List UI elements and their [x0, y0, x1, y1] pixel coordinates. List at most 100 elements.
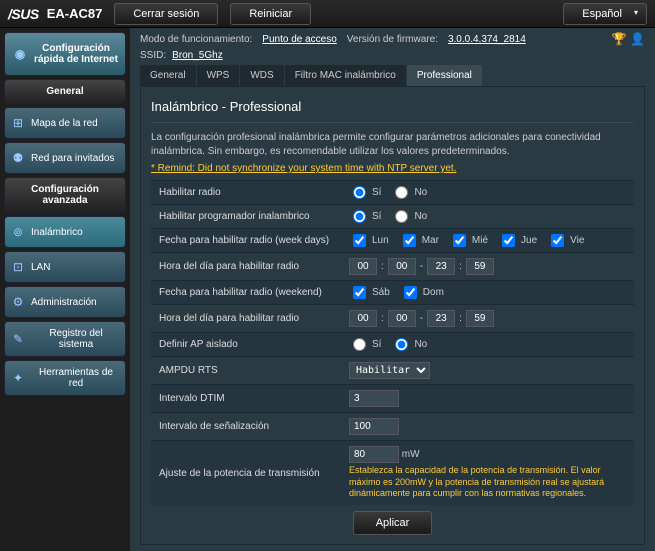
sidebar: ◉ Configuración rápida de Internet Gener… — [0, 28, 130, 551]
label-ampdu: AMPDU RTS — [151, 359, 341, 382]
user-icon[interactable]: 👤 — [630, 32, 645, 46]
label-radio-enable: Habilitar radio — [151, 181, 341, 204]
sidebar-item-lan[interactable]: ⊡ LAN — [4, 251, 126, 283]
time-week-h2[interactable] — [427, 258, 455, 275]
chk-fri[interactable] — [551, 234, 564, 247]
opt-yes: Sí — [372, 339, 381, 350]
time-wknd-m1[interactable] — [388, 310, 416, 327]
time-wknd-h1[interactable] — [349, 310, 377, 327]
settings-panel: Inalámbrico - Professional La configurac… — [140, 86, 645, 545]
tab-macfilter[interactable]: Filtro MAC inalámbrico — [285, 65, 406, 86]
logout-button[interactable]: Cerrar sesión — [114, 3, 218, 25]
admin-icon: ⚙ — [9, 293, 27, 311]
map-icon: ⊞ — [9, 114, 27, 132]
day-thu: Jue — [521, 235, 537, 246]
model-name: EA-AC87 — [47, 6, 103, 21]
globe-icon: ◉ — [11, 45, 29, 63]
fw-link[interactable]: 3.0.0.4.374_2814 — [448, 34, 526, 45]
sidebar-item-nettools[interactable]: ✦ Herramientas de red — [4, 360, 126, 396]
label-time-week: Hora del día para habilitar radio — [151, 255, 341, 278]
beacon-input[interactable] — [349, 418, 399, 435]
time-wknd-m2[interactable] — [466, 310, 494, 327]
chk-tue[interactable] — [403, 234, 416, 247]
txpower-input[interactable] — [349, 446, 399, 463]
label-ap-isolated: Definir AP aislado — [151, 333, 341, 356]
opt-yes: Sí — [372, 211, 381, 222]
sidebar-item-wireless[interactable]: ⊚ Inalámbrico — [4, 216, 126, 248]
day-mon: Lun — [372, 235, 389, 246]
sidebar-header-general: General — [4, 79, 126, 104]
chk-sat[interactable] — [353, 286, 366, 299]
info-bar: Modo de funcionamiento: Punto de acceso … — [130, 28, 655, 65]
label-date-week: Fecha para habilitar radio (week days) — [151, 229, 341, 252]
sched-enable-yes[interactable] — [353, 210, 366, 223]
ap-iso-no[interactable] — [395, 338, 408, 351]
time-week-m2[interactable] — [466, 258, 494, 275]
dtim-input[interactable] — [349, 390, 399, 407]
reboot-button[interactable]: Reiniciar — [230, 3, 311, 25]
ssid-link[interactable]: Bron_5Ghz — [172, 50, 223, 61]
label-sched-enable: Habilitar programador inalambrico — [151, 205, 341, 228]
radio-enable-no[interactable] — [395, 186, 408, 199]
wifi-icon: ⊚ — [9, 223, 27, 241]
day-sat: Sáb — [372, 287, 390, 298]
label-time-weekend: Hora del día para habilitar radio — [151, 307, 341, 330]
lan-icon: ⊡ — [9, 258, 27, 276]
radio-enable-yes[interactable] — [353, 186, 366, 199]
label-beacon: Intervalo de señalización — [151, 415, 341, 438]
sidebar-item-label: Inalámbrico — [31, 227, 83, 238]
tab-bar: General WPS WDS Filtro MAC inalámbrico P… — [130, 65, 655, 86]
sidebar-item-label: Mapa de la red — [31, 118, 98, 129]
sidebar-header-advanced: Configuración avanzada — [4, 177, 126, 213]
time-week-h1[interactable] — [349, 258, 377, 275]
tab-wps[interactable]: WPS — [197, 65, 240, 86]
sidebar-item-label: Herramientas de red — [31, 367, 121, 389]
sidebar-item-syslog[interactable]: ✎ Registro del sistema — [4, 321, 126, 357]
label-dtim: Intervalo DTIM — [151, 387, 341, 410]
txpower-unit: mW — [402, 449, 420, 460]
language-button[interactable]: Español — [563, 3, 647, 25]
time-week-m1[interactable] — [388, 258, 416, 275]
day-tue: Mar — [422, 235, 439, 246]
tools-icon: ✦ — [9, 369, 27, 387]
day-fri: Vie — [570, 235, 584, 246]
ntp-remind-link[interactable]: * Remind: Did not synchronize your syste… — [151, 163, 634, 174]
mode-link[interactable]: Punto de acceso — [262, 34, 337, 45]
mode-label: Modo de funcionamiento: — [140, 34, 252, 45]
sidebar-item-label: Registro del sistema — [31, 328, 121, 350]
panel-title: Inalámbrico - Professional — [151, 95, 634, 123]
sidebar-item-admin[interactable]: ⚙ Administración — [4, 286, 126, 318]
sched-enable-no[interactable] — [395, 210, 408, 223]
opt-yes: Sí — [372, 187, 381, 198]
ap-iso-yes[interactable] — [353, 338, 366, 351]
label-date-weekend: Fecha para habilitar radio (weekend) — [151, 281, 341, 304]
trophy-icon[interactable]: 🏆 — [612, 32, 627, 46]
tab-wds[interactable]: WDS — [240, 65, 283, 86]
sidebar-quick-setup[interactable]: ◉ Configuración rápida de Internet — [4, 32, 126, 76]
opt-no: No — [414, 339, 427, 350]
brand-logo: /SUS — [8, 6, 39, 22]
sidebar-item-networkmap[interactable]: ⊞ Mapa de la red — [4, 107, 126, 139]
day-sun: Dom — [423, 287, 444, 298]
txpower-note: Establezca la capacidad de la potencia d… — [349, 465, 626, 500]
time-wknd-h2[interactable] — [427, 310, 455, 327]
chk-sun[interactable] — [404, 286, 417, 299]
opt-no: No — [414, 187, 427, 198]
opt-no: No — [414, 211, 427, 222]
chk-wed[interactable] — [453, 234, 466, 247]
ssid-label: SSID: — [140, 50, 166, 61]
sidebar-item-guest[interactable]: ⚉ Red para invitados — [4, 142, 126, 174]
ampdu-select[interactable]: Habilitar — [349, 362, 430, 379]
apply-button[interactable]: Aplicar — [353, 511, 433, 535]
sidebar-item-label: LAN — [31, 262, 50, 273]
tab-general[interactable]: General — [140, 65, 196, 86]
sidebar-item-label: Administración — [31, 297, 97, 308]
tab-professional[interactable]: Professional — [407, 65, 482, 86]
chk-mon[interactable] — [353, 234, 366, 247]
sidebar-item-label: Configuración rápida de Internet — [33, 43, 119, 65]
sidebar-item-label: Red para invitados — [31, 153, 114, 164]
label-txpower: Ajuste de la potencia de transmisión — [151, 462, 341, 485]
guest-icon: ⚉ — [9, 149, 27, 167]
log-icon: ✎ — [9, 330, 27, 348]
chk-thu[interactable] — [502, 234, 515, 247]
